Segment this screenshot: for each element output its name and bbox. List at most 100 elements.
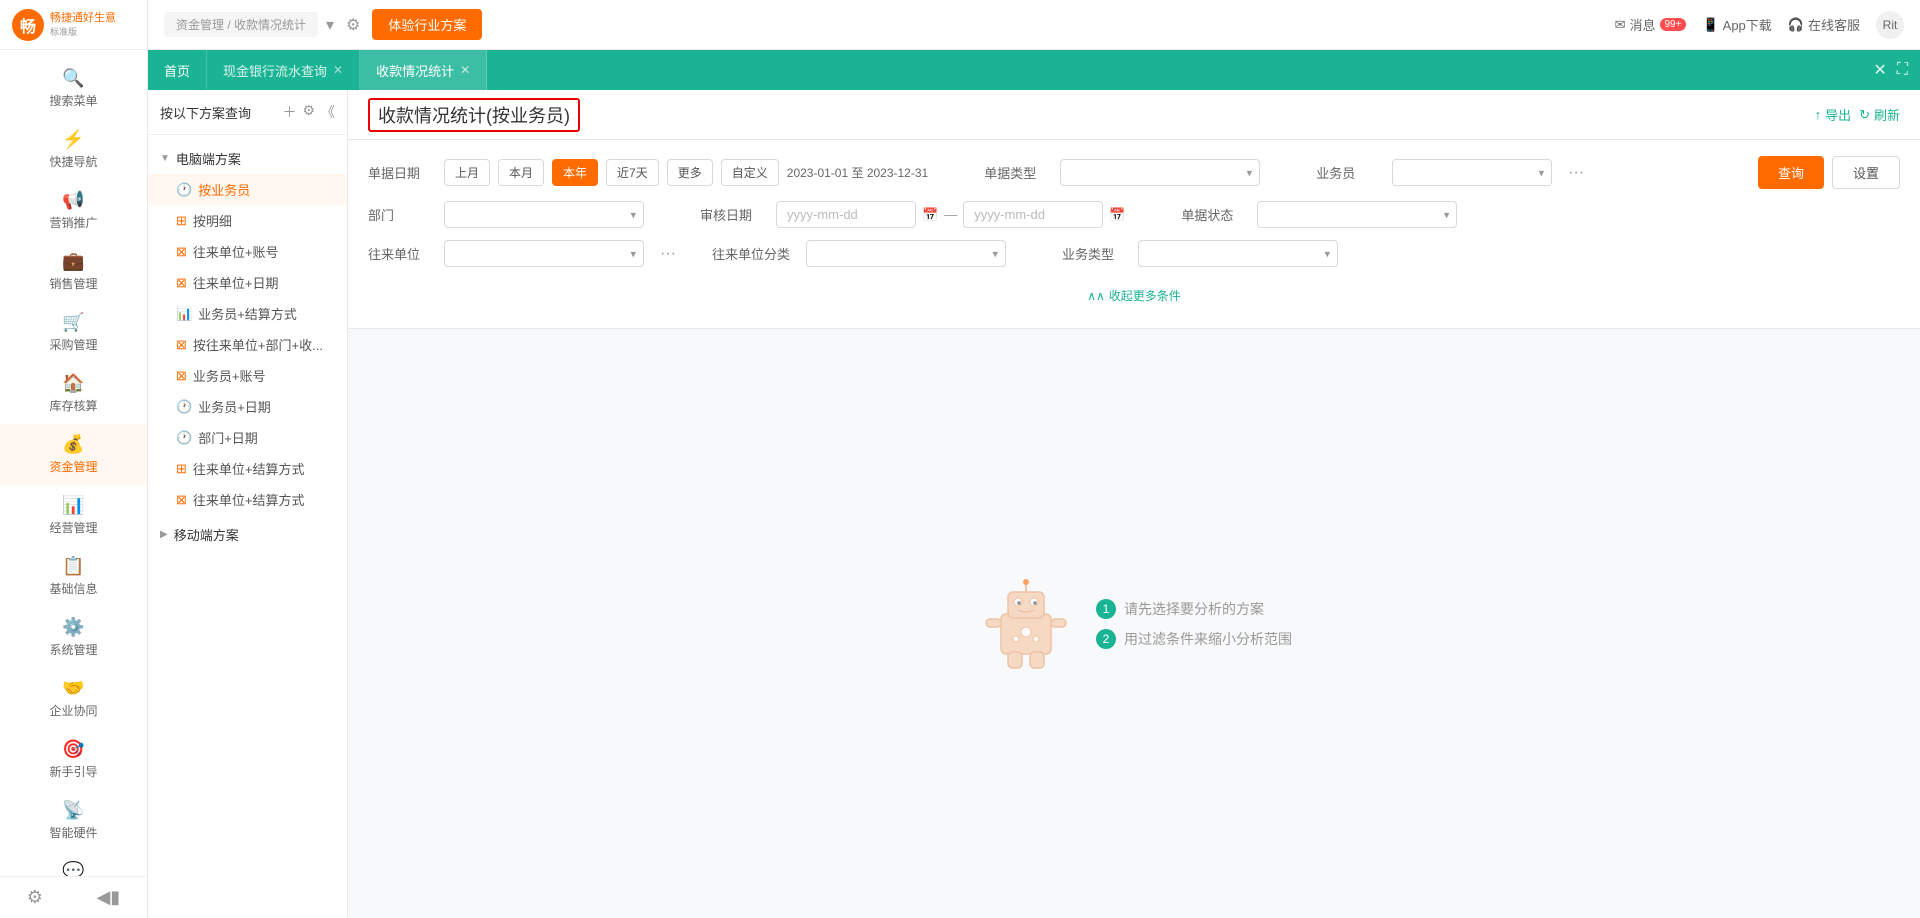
tab-home[interactable]: 首页 bbox=[148, 50, 207, 90]
salesman-select-wrapper bbox=[1392, 159, 1552, 186]
operation-icon: 📊 bbox=[62, 495, 84, 516]
salesman-account-icon: ⊠ bbox=[176, 368, 187, 384]
sidebar-item-basic[interactable]: 📋 基础信息 bbox=[0, 546, 147, 607]
tab-close-window-icon[interactable]: ✕ bbox=[1873, 60, 1886, 80]
settings-gear-icon[interactable]: ⚙ bbox=[346, 15, 360, 35]
salesman-date-icon: 🕐 bbox=[176, 399, 192, 415]
sidebar-item-purchase[interactable]: 🛒 采购管理 bbox=[0, 302, 147, 363]
biz-type-select[interactable] bbox=[1138, 240, 1338, 267]
date-btn-more[interactable]: 更多 bbox=[667, 159, 713, 186]
partner-category-label: 往来单位分类 bbox=[712, 244, 790, 263]
sidebar-item-operation[interactable]: 📊 经营管理 bbox=[0, 485, 147, 546]
tip-item-1: 1 请先选择要分析的方案 bbox=[1096, 599, 1292, 619]
date-separator: — bbox=[944, 207, 957, 222]
tree-item-partner-account[interactable]: ⊠ 往来单位+账号 bbox=[148, 236, 347, 267]
status-label: 单据状态 bbox=[1181, 205, 1241, 224]
sidebar-item-shortcut[interactable]: ⚡ 快捷导航 bbox=[0, 119, 147, 180]
logo-text: 畅捷通好生意 bbox=[50, 11, 116, 25]
pc-group-arrow-icon: ▼ bbox=[160, 153, 170, 164]
export-button[interactable]: ↑ 导出 bbox=[1815, 105, 1852, 124]
online-service-button[interactable]: 🎧 在线客服 bbox=[1788, 15, 1860, 34]
tree-item-partner-settlement2[interactable]: ⊠ 往来单位+结算方式 bbox=[148, 484, 347, 515]
salesman-select[interactable] bbox=[1392, 159, 1552, 186]
dept-label: 部门 bbox=[368, 205, 428, 224]
footer-settings-icon[interactable]: ⚙ bbox=[27, 887, 43, 908]
status-select[interactable] bbox=[1257, 201, 1457, 228]
sidebar-item-marketing[interactable]: 📢 营销推广 bbox=[0, 180, 147, 241]
sidebar-item-guide[interactable]: 🎯 新手引导 bbox=[0, 729, 147, 790]
tree-item-dept-date[interactable]: 🕐 部门+日期 bbox=[148, 422, 347, 453]
scheme-settings-icon[interactable]: ⚙ bbox=[302, 102, 315, 122]
tree-group-pc: ▼ 电脑端方案 🕐 按业务员 ⊞ 按明细 ⊠ bbox=[148, 143, 347, 515]
tree-item-partner-settlement1[interactable]: ⊞ 往来单位+结算方式 bbox=[148, 453, 347, 484]
date-btn-custom[interactable]: 自定义 bbox=[721, 159, 779, 186]
page-header: 收款情况统计(按业务员) ↑ 导出 ↻ 刷新 bbox=[348, 90, 1920, 140]
tree-item-partner-date[interactable]: ⊠ 往来单位+日期 bbox=[148, 267, 347, 298]
bank-tab-close-icon[interactable]: ✕ bbox=[333, 63, 343, 77]
date-btn-this-year[interactable]: 本年 bbox=[552, 159, 598, 186]
message-button[interactable]: ✉ 消息 99+ bbox=[1615, 15, 1687, 34]
date-btn-last-month[interactable]: 上月 bbox=[444, 159, 490, 186]
tree-item-salesman-account[interactable]: ⊠ 业务员+账号 bbox=[148, 360, 347, 391]
tree-group-pc-header[interactable]: ▼ 电脑端方案 bbox=[148, 143, 347, 174]
tab-receipt[interactable]: 收款情况统计 ✕ bbox=[360, 50, 487, 90]
date-range-display: 2023-01-01 至 2023-12-31 bbox=[787, 164, 928, 181]
breadcrumb-dropdown-icon[interactable]: ▾ bbox=[326, 15, 334, 35]
setting-button[interactable]: 设置 bbox=[1832, 156, 1900, 189]
bank-tab-label: 现金银行流水查询 bbox=[223, 61, 327, 80]
add-scheme-icon[interactable]: ＋ bbox=[282, 102, 296, 122]
page-title: 收款情况统计(按业务员) bbox=[368, 98, 580, 132]
dept-select[interactable] bbox=[444, 201, 644, 228]
tree-item-by-salesman[interactable]: 🕐 按业务员 bbox=[148, 174, 347, 205]
sidebar-item-hardware[interactable]: 📡 智能硬件 bbox=[0, 790, 147, 851]
empty-tips: 1 请先选择要分析的方案 2 用过滤条件来缩小分析范围 bbox=[1096, 599, 1292, 649]
partner-select[interactable] bbox=[444, 240, 644, 267]
sidebar-item-sales[interactable]: 💼 销售管理 bbox=[0, 241, 147, 302]
partner-dept-icon: ⊠ bbox=[176, 337, 187, 353]
search-icon: 🔍 bbox=[62, 68, 84, 89]
footer-collapse-icon[interactable]: ◀▮ bbox=[96, 887, 120, 908]
sidebar-item-finance[interactable]: 💰 资金管理 bbox=[0, 424, 147, 485]
category-select[interactable] bbox=[1060, 159, 1260, 186]
date-btn-7days[interactable]: 近7天 bbox=[606, 159, 659, 186]
query-button[interactable]: 查询 bbox=[1758, 156, 1824, 189]
tree-item-salesman-settlement[interactable]: 📊 业务员+结算方式 bbox=[148, 298, 347, 329]
trial-button[interactable]: 体验行业方案 bbox=[372, 9, 482, 40]
partner-date-icon: ⊠ bbox=[176, 275, 187, 291]
refresh-button[interactable]: ↻ 刷新 bbox=[1859, 105, 1900, 124]
calendar-to-icon[interactable]: 📅 bbox=[1109, 207, 1125, 223]
tip-text-2: 用过滤条件来缩小分析范围 bbox=[1124, 629, 1292, 649]
tree-item-partner-dept[interactable]: ⊠ 按往来单位+部门+收... bbox=[148, 329, 347, 360]
inventory-icon: 🏠 bbox=[62, 373, 84, 394]
left-panel-actions: ＋ ⚙ 《 bbox=[282, 102, 335, 122]
user-avatar[interactable]: Rit bbox=[1876, 11, 1904, 39]
receipt-tab-close-icon[interactable]: ✕ bbox=[460, 63, 470, 77]
collapse-panel-icon[interactable]: 《 bbox=[321, 102, 335, 122]
calendar-from-icon[interactable]: 📅 bbox=[922, 207, 938, 223]
app-download-button[interactable]: 📱 App下载 bbox=[1702, 15, 1771, 34]
tree-item-by-detail[interactable]: ⊞ 按明细 bbox=[148, 205, 347, 236]
tip-text-1: 请先选择要分析的方案 bbox=[1124, 599, 1264, 619]
tip-num-2: 2 bbox=[1096, 629, 1116, 649]
tree-item-salesman-date[interactable]: 🕐 业务员+日期 bbox=[148, 391, 347, 422]
sidebar-item-inventory[interactable]: 🏠 库存核算 bbox=[0, 363, 147, 424]
sidebar-item-system[interactable]: ⚙️ 系统管理 bbox=[0, 607, 147, 668]
review-date-label: 审核日期 bbox=[700, 205, 760, 224]
partner-category-select[interactable] bbox=[806, 240, 1006, 267]
sidebar-item-search[interactable]: 🔍 搜索菜单 bbox=[0, 58, 147, 119]
sidebar-item-enterprise[interactable]: 🤝 企业协同 bbox=[0, 668, 147, 729]
collapse-bar[interactable]: ∧∧ 收起更多条件 bbox=[368, 279, 1900, 312]
review-date-from-input[interactable] bbox=[776, 201, 916, 228]
review-date-to-input[interactable] bbox=[963, 201, 1103, 228]
sidebar-item-wechat[interactable]: 💬 企业微信 bbox=[0, 851, 147, 876]
salesman-more-icon[interactable]: ··· bbox=[1568, 164, 1584, 182]
robot-illustration bbox=[976, 574, 1076, 674]
partner-settlement2-icon: ⊠ bbox=[176, 492, 187, 508]
tree-group-mobile-header[interactable]: ▶ 移动端方案 bbox=[148, 519, 347, 550]
partner-more-icon[interactable]: ··· bbox=[660, 245, 676, 263]
tab-maximize-icon[interactable]: ⛶ bbox=[1897, 61, 1908, 79]
sidebar: 畅 畅捷通好生意 标准版 🔍 搜索菜单 ⚡ 快捷导航 📢 营销推广 💼 销 bbox=[0, 0, 148, 918]
tab-bank[interactable]: 现金银行流水查询 ✕ bbox=[207, 50, 360, 90]
topbar: 资金管理 / 收款情况统计 ▾ ⚙ 体验行业方案 ✉ 消息 99+ 📱 App下… bbox=[148, 0, 1920, 50]
date-btn-this-month[interactable]: 本月 bbox=[498, 159, 544, 186]
